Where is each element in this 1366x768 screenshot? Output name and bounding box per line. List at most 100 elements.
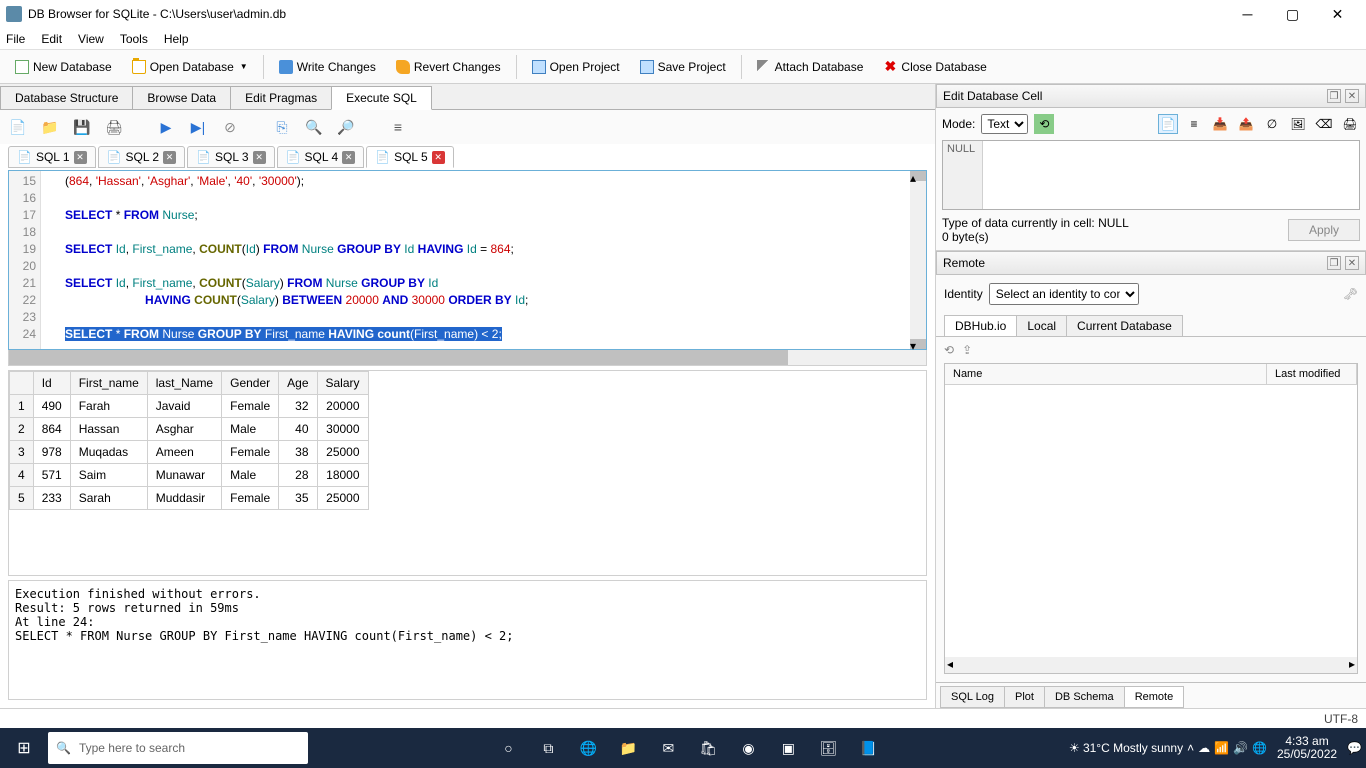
save-sql-icon[interactable]: 💾 <box>72 117 92 137</box>
remote-tab-dbhub[interactable]: DBHub.io <box>944 315 1017 336</box>
tab-execute-sql[interactable]: Execute SQL <box>331 86 432 110</box>
execute-icon[interactable]: ▶ <box>156 117 176 137</box>
mode-select[interactable]: Text <box>981 114 1028 134</box>
menu-file[interactable]: File <box>6 32 25 46</box>
main-tabs: Database Structure Browse Data Edit Prag… <box>0 84 935 110</box>
save-project-button[interactable]: Save Project <box>631 56 735 78</box>
menu-help[interactable]: Help <box>164 32 189 46</box>
import-icon[interactable]: 📥 <box>1210 114 1230 134</box>
autoswitch-icon[interactable]: ⟲ <box>1034 114 1054 134</box>
taskbar: ⊞ 🔍 Type here to search ○ ⧉ 🌐 📁 ✉ 🛍 ◉ ▣ … <box>0 728 1366 768</box>
erase-icon[interactable]: ⌫ <box>1314 114 1334 134</box>
wifi-icon[interactable]: 📶 <box>1214 741 1229 755</box>
undock-icon[interactable]: ❐ <box>1327 256 1341 270</box>
close-panel-icon[interactable]: ✕ <box>1345 256 1359 270</box>
chrome-icon[interactable]: ◉ <box>728 728 768 768</box>
horizontal-scrollbar[interactable] <box>8 350 927 366</box>
rtl-icon[interactable]: ≡ <box>1184 114 1204 134</box>
close-tab-icon[interactable]: ✕ <box>432 151 445 164</box>
tab-edit-pragmas[interactable]: Edit Pragmas <box>230 86 332 109</box>
null-icon[interactable]: ∅ <box>1262 114 1282 134</box>
attach-database-button[interactable]: Attach Database <box>748 56 873 78</box>
tab-browse-data[interactable]: Browse Data <box>132 86 231 109</box>
onedrive-icon[interactable]: ☁ <box>1198 741 1210 755</box>
btab-db-schema[interactable]: DB Schema <box>1044 686 1125 708</box>
print-icon[interactable]: 🖨 <box>104 117 124 137</box>
language-icon[interactable]: 🌐 <box>1252 741 1267 755</box>
minimize-button[interactable]: ─ <box>1225 0 1270 28</box>
find-icon[interactable]: 🔍 <box>304 117 324 137</box>
btab-sql-log[interactable]: SQL Log <box>940 686 1005 708</box>
sql-tab-3[interactable]: 📄SQL 3✕ <box>187 146 275 168</box>
close-database-button[interactable]: ✖Close Database <box>874 56 995 78</box>
remote-tab-current[interactable]: Current Database <box>1066 315 1183 336</box>
weather-widget[interactable]: ☀ 31°C Mostly sunny <box>1069 741 1183 755</box>
edge-icon[interactable]: 🌐 <box>568 728 608 768</box>
remote-list[interactable]: Name Last modified ◂▸ <box>944 363 1358 674</box>
btab-remote[interactable]: Remote <box>1124 686 1185 708</box>
upload-icon[interactable]: ⇪ <box>962 343 972 357</box>
close-tab-icon[interactable]: ✕ <box>253 151 266 164</box>
indent-icon[interactable]: ≡ <box>388 117 408 137</box>
certificate-icon[interactable]: 🗝 <box>1343 287 1358 301</box>
clock[interactable]: 4:33 am 25/05/2022 <box>1277 735 1337 761</box>
volume-icon[interactable]: 🔊 <box>1233 741 1248 755</box>
open-database-button[interactable]: Open Database▼ <box>123 56 257 78</box>
close-panel-icon[interactable]: ✕ <box>1345 89 1359 103</box>
image-icon[interactable]: 🖼 <box>1288 114 1308 134</box>
sql-toolbar: 📄 📁 💾 🖨 ▶ ▶| ⊘ ⎘ 🔍 🔎 ≡ <box>0 110 935 144</box>
maximize-button[interactable]: ▢ <box>1270 0 1315 28</box>
new-tab-icon[interactable]: 📄 <box>8 117 28 137</box>
cell-value-box[interactable]: NULL <box>942 140 1360 210</box>
chevron-up-icon[interactable]: ˄ <box>1187 741 1194 755</box>
menu-view[interactable]: View <box>78 32 104 46</box>
execute-line-icon[interactable]: ▶| <box>188 117 208 137</box>
write-changes-button[interactable]: Write Changes <box>270 56 385 78</box>
save-results-icon[interactable]: ⎘ <box>272 117 292 137</box>
new-database-button[interactable]: New Database <box>6 56 121 78</box>
print-icon[interactable]: 🖨 <box>1340 114 1360 134</box>
start-button[interactable]: ⊞ <box>0 728 48 768</box>
sql-code[interactable]: (864, 'Hassan', 'Asghar', 'Male', '40', … <box>41 171 926 349</box>
tab-database-structure[interactable]: Database Structure <box>0 86 133 109</box>
explorer-icon[interactable]: 📁 <box>608 728 648 768</box>
store-icon[interactable]: 🛍 <box>688 728 728 768</box>
sql-tab-4[interactable]: 📄SQL 4✕ <box>277 146 365 168</box>
find-replace-icon[interactable]: 🔎 <box>336 117 356 137</box>
results-table[interactable]: IdFirst_namelast_NameGenderAgeSalary1490… <box>8 370 927 576</box>
cortana-icon[interactable]: ○ <box>488 728 528 768</box>
dbbrowser-icon[interactable]: 🗄 <box>808 728 848 768</box>
search-box[interactable]: 🔍 Type here to search <box>48 732 308 764</box>
undock-icon[interactable]: ❐ <box>1327 89 1341 103</box>
remote-tab-local[interactable]: Local <box>1016 315 1067 336</box>
close-tab-icon[interactable]: ✕ <box>342 151 355 164</box>
menu-edit[interactable]: Edit <box>41 32 62 46</box>
close-tab-icon[interactable]: ✕ <box>74 151 87 164</box>
remote-hscroll[interactable]: ◂▸ <box>945 657 1357 673</box>
task-view-icon[interactable]: ⧉ <box>528 728 568 768</box>
open-sql-icon[interactable]: 📁 <box>40 117 60 137</box>
text-mode-icon[interactable]: 📄 <box>1158 114 1178 134</box>
identity-select[interactable]: Select an identity to connect <box>989 283 1139 305</box>
sql-editor[interactable]: 15 16 17 18 19 20 21 22 23 24 (864, 'Has… <box>8 170 927 350</box>
apply-button[interactable]: Apply <box>1288 219 1360 241</box>
open-project-button[interactable]: Open Project <box>523 56 629 78</box>
open-project-icon <box>532 60 546 74</box>
sql-tab-2[interactable]: 📄SQL 2✕ <box>98 146 186 168</box>
notifications-icon[interactable]: 💬 <box>1347 741 1362 755</box>
stop-icon[interactable]: ⊘ <box>220 117 240 137</box>
close-button[interactable]: ✕ <box>1315 0 1360 28</box>
mail-icon[interactable]: ✉ <box>648 728 688 768</box>
bluestacks-icon[interactable]: ▣ <box>768 728 808 768</box>
revert-changes-button[interactable]: Revert Changes <box>387 56 510 78</box>
export-icon[interactable]: 📤 <box>1236 114 1256 134</box>
word-icon[interactable]: 📘 <box>848 728 888 768</box>
refresh-icon[interactable]: ⟲ <box>944 343 954 357</box>
vertical-scrollbar[interactable]: ▴▾ <box>910 171 926 349</box>
edit-cell-header: Edit Database Cell ❐ ✕ <box>936 84 1366 108</box>
menu-tools[interactable]: Tools <box>120 32 148 46</box>
sql-tab-1[interactable]: 📄SQL 1✕ <box>8 146 96 168</box>
sql-tab-5[interactable]: 📄SQL 5✕ <box>366 146 454 168</box>
btab-plot[interactable]: Plot <box>1004 686 1045 708</box>
close-tab-icon[interactable]: ✕ <box>163 151 176 164</box>
